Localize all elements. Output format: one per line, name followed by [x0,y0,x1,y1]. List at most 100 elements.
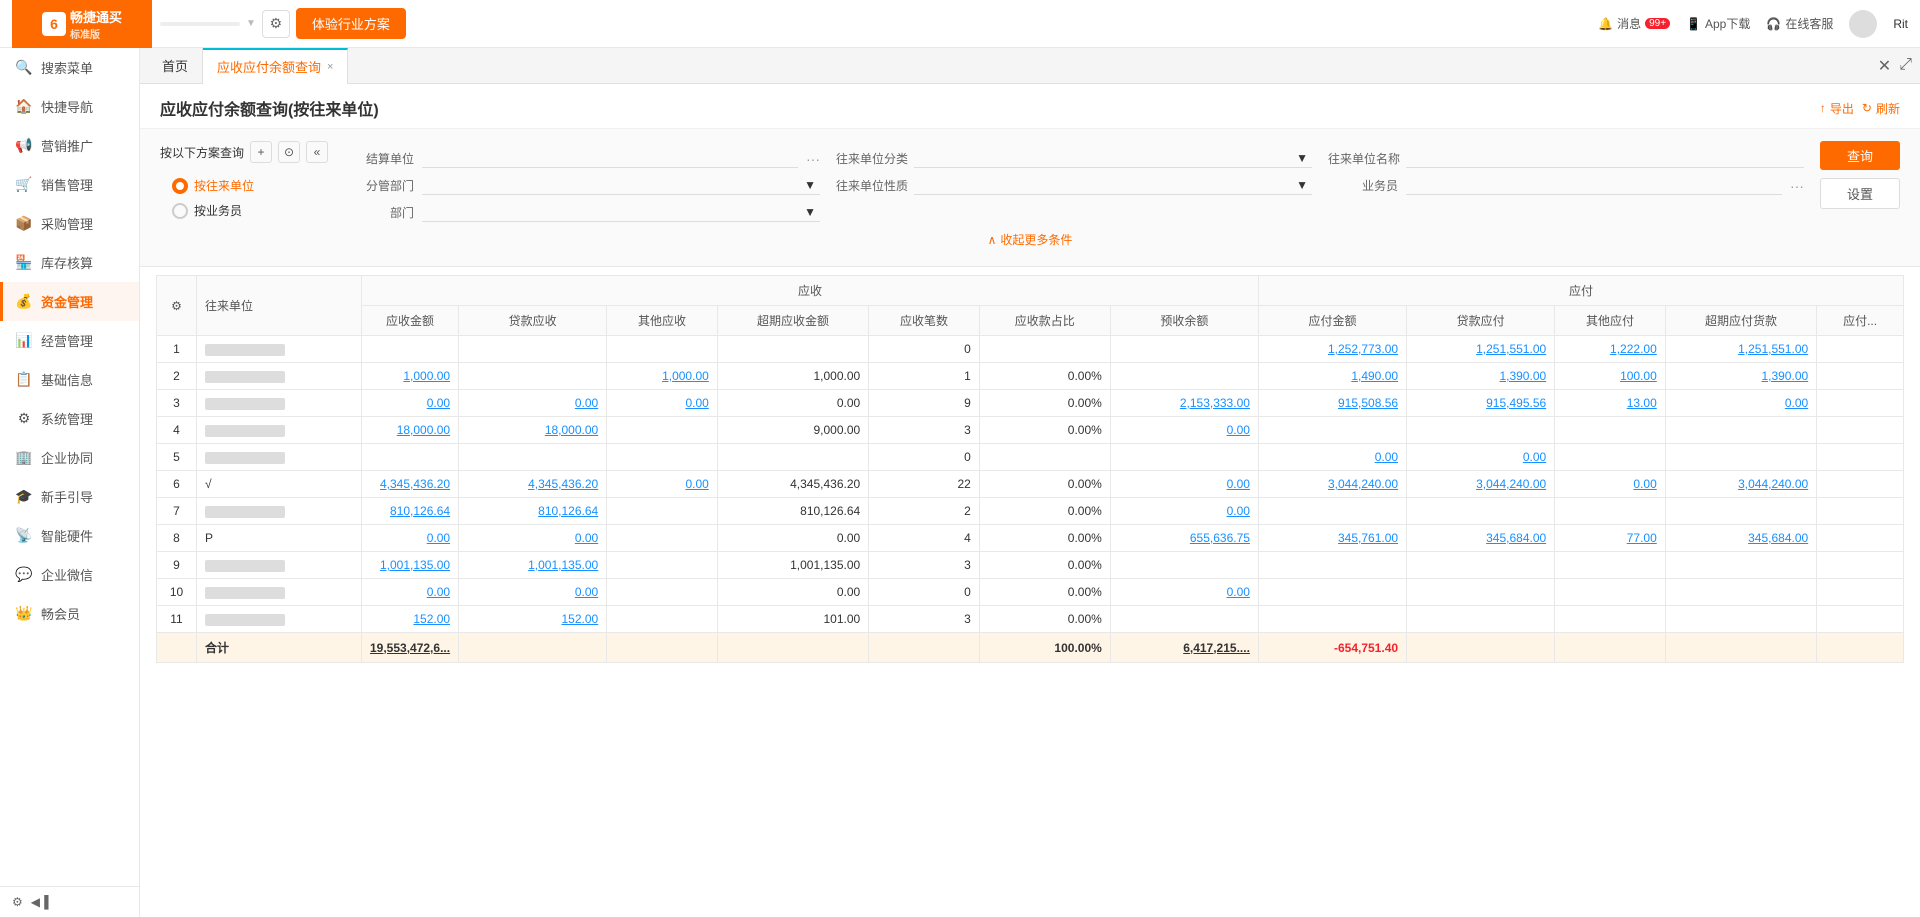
sidebar-collapse-btn[interactable]: ◀▐ [31,895,49,909]
sidebar-item-basic-info[interactable]: 📋 基础信息 [0,360,139,399]
row-ar-other[interactable]: 1,000.00 [607,363,718,390]
row-ar-amount[interactable]: 1,000.00 [362,363,459,390]
row-ap-other[interactable]: 0.00 [1555,471,1666,498]
row-ap-loan[interactable]: 915,495.56 [1407,390,1555,417]
row-ar-other[interactable]: 0.00 [607,390,718,417]
row-ar-amount[interactable]: 1,001,135.00 [362,552,459,579]
set-button[interactable]: 设置 [1820,178,1900,209]
row-ap-loan[interactable]: 345,684.00 [1407,525,1555,552]
window-close-btn[interactable]: ✕ [1878,56,1891,76]
settings-button[interactable]: ⚙ [262,10,290,38]
avatar[interactable] [1849,10,1877,38]
online-service-button[interactable]: 🎧 在线客服 [1766,15,1833,32]
settlement-unit-dots[interactable]: ··· [806,151,820,167]
settlement-unit-input[interactable] [422,149,798,168]
row-ar-amount[interactable]: 0.00 [362,390,459,417]
row-ap-amount[interactable]: 915,508.56 [1258,390,1406,417]
partner-name-input[interactable] [1406,149,1804,168]
row-ar-loan[interactable]: 0.00 [459,525,607,552]
row-ar-loan[interactable]: 0.00 [459,579,607,606]
row-ap-other[interactable]: 13.00 [1555,390,1666,417]
sidebar-item-enterprise[interactable]: 🏢 企业协同 [0,438,139,477]
row-ap-other[interactable]: 100.00 [1555,363,1666,390]
row-ap-extra [1817,444,1904,471]
sidebar-item-guide[interactable]: 🎓 新手引导 [0,477,139,516]
row-ar-amount[interactable]: 152.00 [362,606,459,633]
row-ar-loan[interactable]: 1,001,135.00 [459,552,607,579]
row-ar-advance[interactable]: 0.00 [1110,471,1258,498]
collapse-scheme-btn[interactable]: « [306,141,328,163]
row-ap-overdue[interactable]: 0.00 [1665,390,1816,417]
row-ar-loan[interactable]: 0.00 [459,390,607,417]
row-ap-other[interactable]: 77.00 [1555,525,1666,552]
footer-ar-amount[interactable]: 19,553,472,6... [362,633,459,663]
trial-button[interactable]: 体验行业方案 [296,8,406,39]
row-ar-amount[interactable]: 4,345,436.20 [362,471,459,498]
row-ar-loan[interactable]: 810,126.64 [459,498,607,525]
tab-close-icon[interactable]: × [327,61,333,73]
row-ap-loan[interactable]: 1,251,551.00 [1407,336,1555,363]
sidebar-item-marketing[interactable]: 📢 营销推广 [0,126,139,165]
add-scheme-btn[interactable]: + [250,141,272,163]
row-ap-loan[interactable]: 3,044,240.00 [1407,471,1555,498]
row-ar-amount[interactable]: 18,000.00 [362,417,459,444]
row-ar-loan[interactable]: 4,345,436.20 [459,471,607,498]
row-ap-overdue[interactable]: 1,390.00 [1665,363,1816,390]
row-ap-other[interactable]: 1,222.00 [1555,336,1666,363]
sidebar-item-member[interactable]: 👑 畅会员 [0,594,139,633]
row-ap-amount[interactable]: 1,252,773.00 [1258,336,1406,363]
query-button[interactable]: 查询 [1820,141,1900,170]
sidebar-item-operation[interactable]: 📊 经营管理 [0,321,139,360]
sidebar-item-inventory[interactable]: 🏪 库存核算 [0,243,139,282]
row-ar-overdue [717,336,868,363]
edit-scheme-btn[interactable]: ⊙ [278,141,300,163]
app-download-button[interactable]: 📱 App下载 [1686,15,1750,32]
row-ar-advance[interactable]: 2,153,333.00 [1110,390,1258,417]
messages-button[interactable]: 🔔 消息 99+ [1598,15,1670,32]
row-ap-amount[interactable]: 1,490.00 [1258,363,1406,390]
row-ap-overdue[interactable]: 345,684.00 [1665,525,1816,552]
dept-manager-select[interactable]: ▼ [422,176,820,195]
row-ar-loan[interactable]: 18,000.00 [459,417,607,444]
salesperson-dots[interactable]: ··· [1790,178,1804,194]
row-ar-amount[interactable]: 0.00 [362,525,459,552]
option-by-salesperson[interactable]: 按业务员 [168,200,320,221]
refresh-button[interactable]: ↻ 刷新 [1862,100,1900,117]
window-expand-btn[interactable]: ⤢ [1899,56,1912,76]
row-ar-advance[interactable]: 0.00 [1110,417,1258,444]
partner-category-select[interactable]: ▼ [914,149,1312,168]
partner-nature-select[interactable]: ▼ [914,176,1312,195]
row-ap-amount[interactable]: 0.00 [1258,444,1406,471]
row-ap-amount[interactable]: 345,761.00 [1258,525,1406,552]
row-ap-loan[interactable]: 0.00 [1407,444,1555,471]
sidebar-settings-btn[interactable]: ⚙ [12,895,23,909]
row-ar-advance[interactable]: 0.00 [1110,579,1258,606]
sidebar-item-wechat[interactable]: 💬 企业微信 [0,555,139,594]
sidebar-item-search[interactable]: 🔍 搜索菜单 [0,48,139,87]
dept-select[interactable]: ▼ [422,203,820,222]
tab-home[interactable]: 首页 [148,48,203,84]
row-ar-other[interactable]: 0.00 [607,471,718,498]
sidebar-item-sales[interactable]: 🛒 销售管理 [0,165,139,204]
row-ap-loan[interactable]: 1,390.00 [1407,363,1555,390]
row-ar-amount[interactable]: 0.00 [362,579,459,606]
sidebar-item-quick-nav[interactable]: 🏠 快捷导航 [0,87,139,126]
table-settings-header[interactable]: ⚙ [157,276,197,336]
salesperson-input[interactable] [1406,176,1782,195]
row-ar-loan[interactable]: 152.00 [459,606,607,633]
row-ar-advance[interactable]: 655,636.75 [1110,525,1258,552]
sidebar-item-purchase[interactable]: 📦 采购管理 [0,204,139,243]
option-by-partner[interactable]: 按往来单位 [168,175,320,196]
sidebar-item-finance[interactable]: 💰 资金管理 [0,282,139,321]
footer-ar-advance[interactable]: 6,417,215.... [1110,633,1258,663]
row-ap-amount[interactable]: 3,044,240.00 [1258,471,1406,498]
row-ar-advance[interactable]: 0.00 [1110,498,1258,525]
sidebar-item-hardware[interactable]: 📡 智能硬件 [0,516,139,555]
row-ap-overdue[interactable]: 3,044,240.00 [1665,471,1816,498]
row-ap-overdue[interactable]: 1,251,551.00 [1665,336,1816,363]
export-button[interactable]: ↑ 导出 [1820,100,1854,117]
sidebar-item-system[interactable]: ⚙ 系统管理 [0,399,139,438]
row-ar-amount[interactable]: 810,126.64 [362,498,459,525]
tab-ar-query[interactable]: 应收应付余额查询 × [203,48,348,84]
collapse-bar[interactable]: ∧ 收起更多条件 [160,225,1900,254]
